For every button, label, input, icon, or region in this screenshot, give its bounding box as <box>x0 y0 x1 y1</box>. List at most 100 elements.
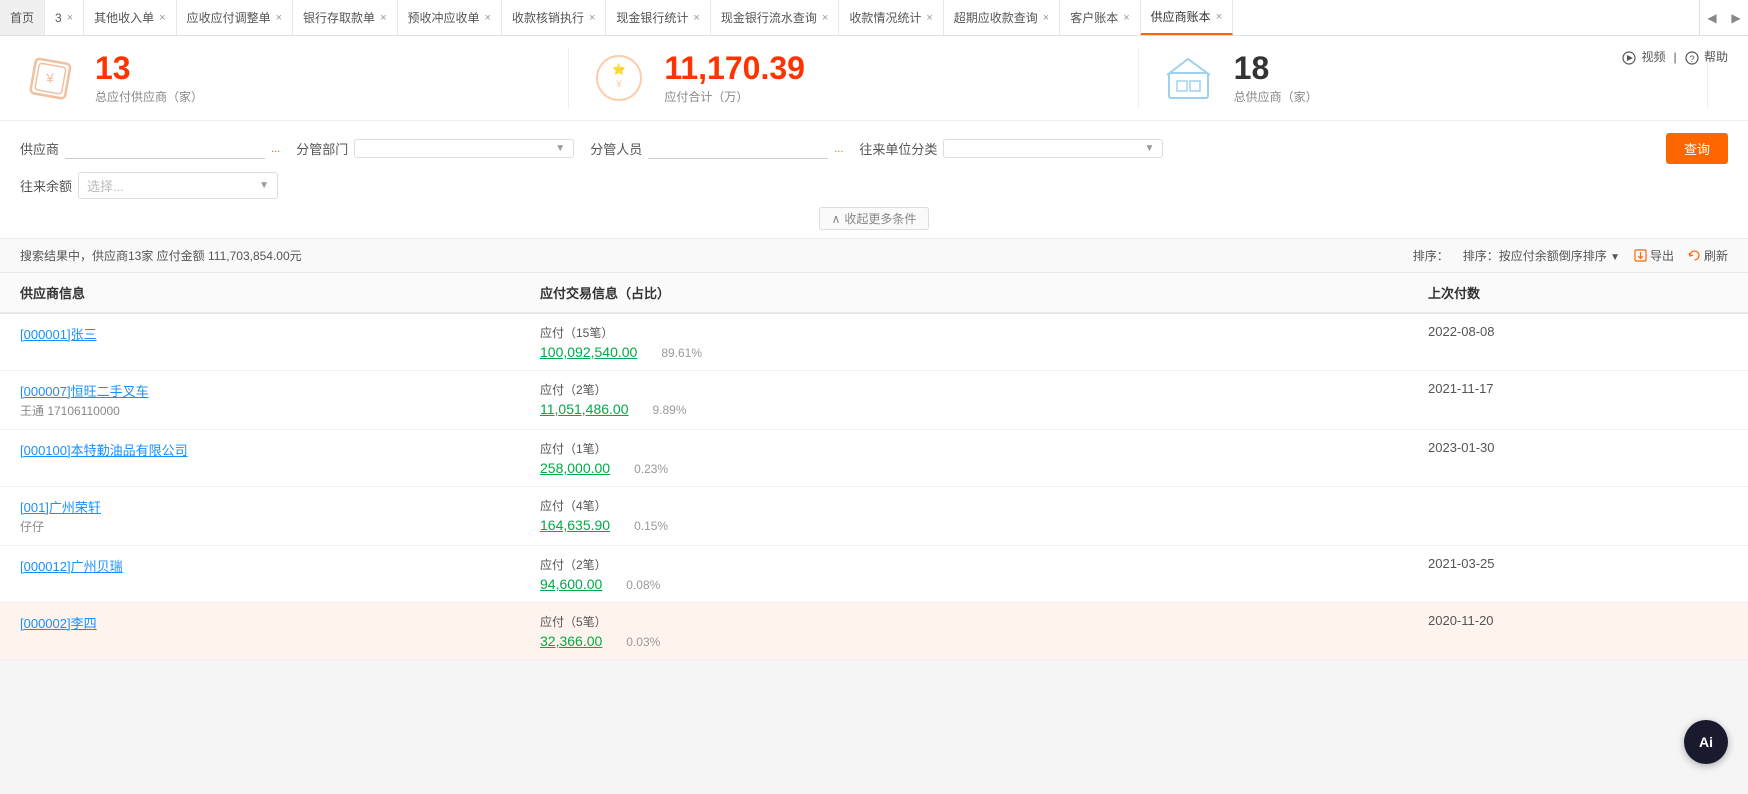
table-row: [000100]本特勤油品有限公司 应付（1笔） 258,000.00 0.23… <box>0 430 1748 487</box>
supplier-info-cell: [000001]张三 <box>20 324 540 345</box>
filter-category: 往来单位分类 ▼ <box>859 139 1163 158</box>
last-pay-cell: 2022-08-08 <box>1428 324 1728 339</box>
tx-info-cell: 应付（5笔） 32,366.00 0.03% <box>540 613 1428 649</box>
close-icon[interactable]: × <box>1216 11 1222 23</box>
tx-amount[interactable]: 258,000.00 <box>540 460 610 476</box>
nav-tab-customer-ledger[interactable]: 客户账本 × <box>1060 0 1140 35</box>
tx-amount[interactable]: 100,092,540.00 <box>540 344 637 360</box>
tx-amount[interactable]: 32,366.00 <box>540 633 602 649</box>
table-header: 供应商信息 应付交易信息（占比） 上次付数 <box>0 273 1748 314</box>
tx-label: 应付（5笔） <box>540 613 1428 630</box>
close-icon[interactable]: × <box>1043 12 1049 24</box>
tx-row: 32,366.00 0.03% <box>540 633 1428 649</box>
tx-label: 应付（1笔） <box>540 440 1428 457</box>
close-icon[interactable]: × <box>485 12 491 24</box>
nav-tab-cash-stat[interactable]: 现金银行统计 × <box>606 0 710 35</box>
supplier-input[interactable] <box>65 139 265 159</box>
star-icon: ⭐ ¥ <box>589 48 649 108</box>
tx-percent: 0.08% <box>626 578 660 592</box>
filter-balance: 往来余额 选择... ▼ <box>20 172 278 199</box>
person-filter-label: 分管人员 <box>590 139 642 158</box>
export-label: 导出 <box>1650 247 1674 264</box>
close-icon[interactable]: × <box>589 12 595 24</box>
close-icon[interactable]: × <box>380 12 386 24</box>
nav-tab-overdue[interactable]: 超期应收款查询 × <box>944 0 1060 35</box>
supplier-name-link[interactable]: [000002]李四 <box>20 613 540 632</box>
balance-select[interactable]: 选择... ▼ <box>78 172 278 199</box>
query-button[interactable]: 查询 <box>1666 133 1728 164</box>
supplier-info-cell: [000012]广州贝瑞 <box>20 556 540 577</box>
collapse-button[interactable]: ∧ 收起更多条件 <box>819 207 930 230</box>
sort-select[interactable]: 排序：按应付余额倒序排序 ▼ <box>1463 247 1620 264</box>
refresh-button[interactable]: 刷新 <box>1688 247 1728 264</box>
nav-tab-label: 应收应付调整单 <box>187 9 271 26</box>
table-row: [001]广州荣轩 仔仔 应付（4笔） 164,635.90 0.15% <box>0 487 1748 546</box>
close-icon[interactable]: × <box>693 12 699 24</box>
total-amount: 11,170.39 <box>664 52 805 84</box>
supplier-name-link[interactable]: [000100]本特勤油品有限公司 <box>20 440 540 459</box>
filter-area: 供应商 ... 分管部门 ▼ 分管人员 ... 往来单位分类 ▼ 查询 往来 <box>0 121 1748 239</box>
nav-tab-verify[interactable]: 收款核销执行 × <box>502 0 606 35</box>
nav-tab-label: 收款情况统计 <box>849 9 921 26</box>
export-button[interactable]: 导出 <box>1634 247 1674 264</box>
stat-text-amount: 11,170.39 应付合计（万） <box>664 52 805 105</box>
tx-row: 100,092,540.00 89.61% <box>540 344 1428 360</box>
supplier-name-link[interactable]: [000001]张三 <box>20 324 540 343</box>
nav-tab-bank-deposit[interactable]: 银行存取款单 × <box>293 0 397 35</box>
filter-dept: 分管部门 ▼ <box>296 139 574 158</box>
supplier-info-cell: [000007]恒旺二手叉车 王通 17106110000 <box>20 381 540 419</box>
tx-amount[interactable]: 164,635.90 <box>540 517 610 533</box>
tx-percent: 89.61% <box>661 346 702 360</box>
close-icon[interactable]: × <box>276 12 282 24</box>
filter-person: 分管人员 ... <box>590 139 843 159</box>
total-amount-label: 应付合计（万） <box>664 88 805 105</box>
tx-amount[interactable]: 11,051,486.00 <box>540 401 629 417</box>
filter-row-2: 往来余额 选择... ▼ <box>20 172 1728 199</box>
nav-tab-3[interactable]: 3 × <box>45 0 84 35</box>
refresh-label: 刷新 <box>1704 247 1728 264</box>
nav-tab-collection-stat[interactable]: 收款情况统计 × <box>839 0 943 35</box>
dept-select[interactable]: ▼ <box>354 139 574 158</box>
close-icon[interactable]: × <box>159 12 165 24</box>
close-icon[interactable]: × <box>926 12 932 24</box>
nav-tab-home[interactable]: 首页 <box>0 0 45 35</box>
person-ellipsis[interactable]: ... <box>834 143 843 155</box>
supplier-name-link[interactable]: [000012]广州贝瑞 <box>20 556 540 575</box>
refresh-icon <box>1688 249 1701 262</box>
nav-tab-other-income[interactable]: 其他收入单 × <box>84 0 176 35</box>
supplier-count-label: 总应付供应商（家） <box>95 88 203 105</box>
export-icon <box>1634 249 1647 262</box>
nav-tab-cash-flow[interactable]: 现金银行流水查询 × <box>711 0 839 35</box>
nav-tab-label: 其他收入单 <box>94 9 154 26</box>
video-link[interactable]: 视频 <box>1622 48 1665 65</box>
last-pay-date: 2020-11-20 <box>1428 613 1494 628</box>
close-icon[interactable]: × <box>1123 12 1129 24</box>
supplier-name-link[interactable]: [001]广州荣轩 <box>20 497 540 516</box>
sort-label: 排序： <box>1413 247 1449 264</box>
close-icon[interactable]: × <box>67 12 73 24</box>
ai-button[interactable]: Ai <box>1684 720 1728 764</box>
total-supplier-count: 18 <box>1234 52 1318 84</box>
table-row: [000007]恒旺二手叉车 王通 17106110000 应付（2笔） 11,… <box>0 371 1748 430</box>
last-pay-date: 2021-03-25 <box>1428 556 1495 571</box>
category-select[interactable]: ▼ <box>943 139 1163 158</box>
tx-amount[interactable]: 94,600.00 <box>540 576 602 592</box>
dept-filter-label: 分管部门 <box>296 139 348 158</box>
nav-tab-label: 首页 <box>10 9 34 26</box>
supplier-ellipsis[interactable]: ... <box>271 143 280 155</box>
nav-tab-ar-adjust[interactable]: 应收应付调整单 × <box>177 0 293 35</box>
nav-tab-supplier-ledger[interactable]: 供应商账本 × <box>1141 0 1233 35</box>
chevron-down-icon: ▼ <box>259 180 269 191</box>
help-link[interactable]: ? 帮助 <box>1685 48 1728 65</box>
tx-info-cell: 应付（1笔） 258,000.00 0.23% <box>540 440 1428 476</box>
nav-tab-label: 客户账本 <box>1070 9 1118 26</box>
nav-prev-button[interactable]: ◀ <box>1700 0 1724 36</box>
nav-tab-prepay[interactable]: 预收冲应收单 × <box>398 0 502 35</box>
nav-next-button[interactable]: ▶ <box>1724 0 1748 36</box>
close-icon[interactable]: × <box>822 12 828 24</box>
collapse-up-icon: ∧ <box>832 212 841 226</box>
stat-block-suppliers: ¥ 13 总应付供应商（家） <box>20 48 569 108</box>
tx-info-cell: 应付（4笔） 164,635.90 0.15% <box>540 497 1428 533</box>
supplier-name-link[interactable]: [000007]恒旺二手叉车 <box>20 381 540 400</box>
person-input[interactable] <box>648 139 828 159</box>
